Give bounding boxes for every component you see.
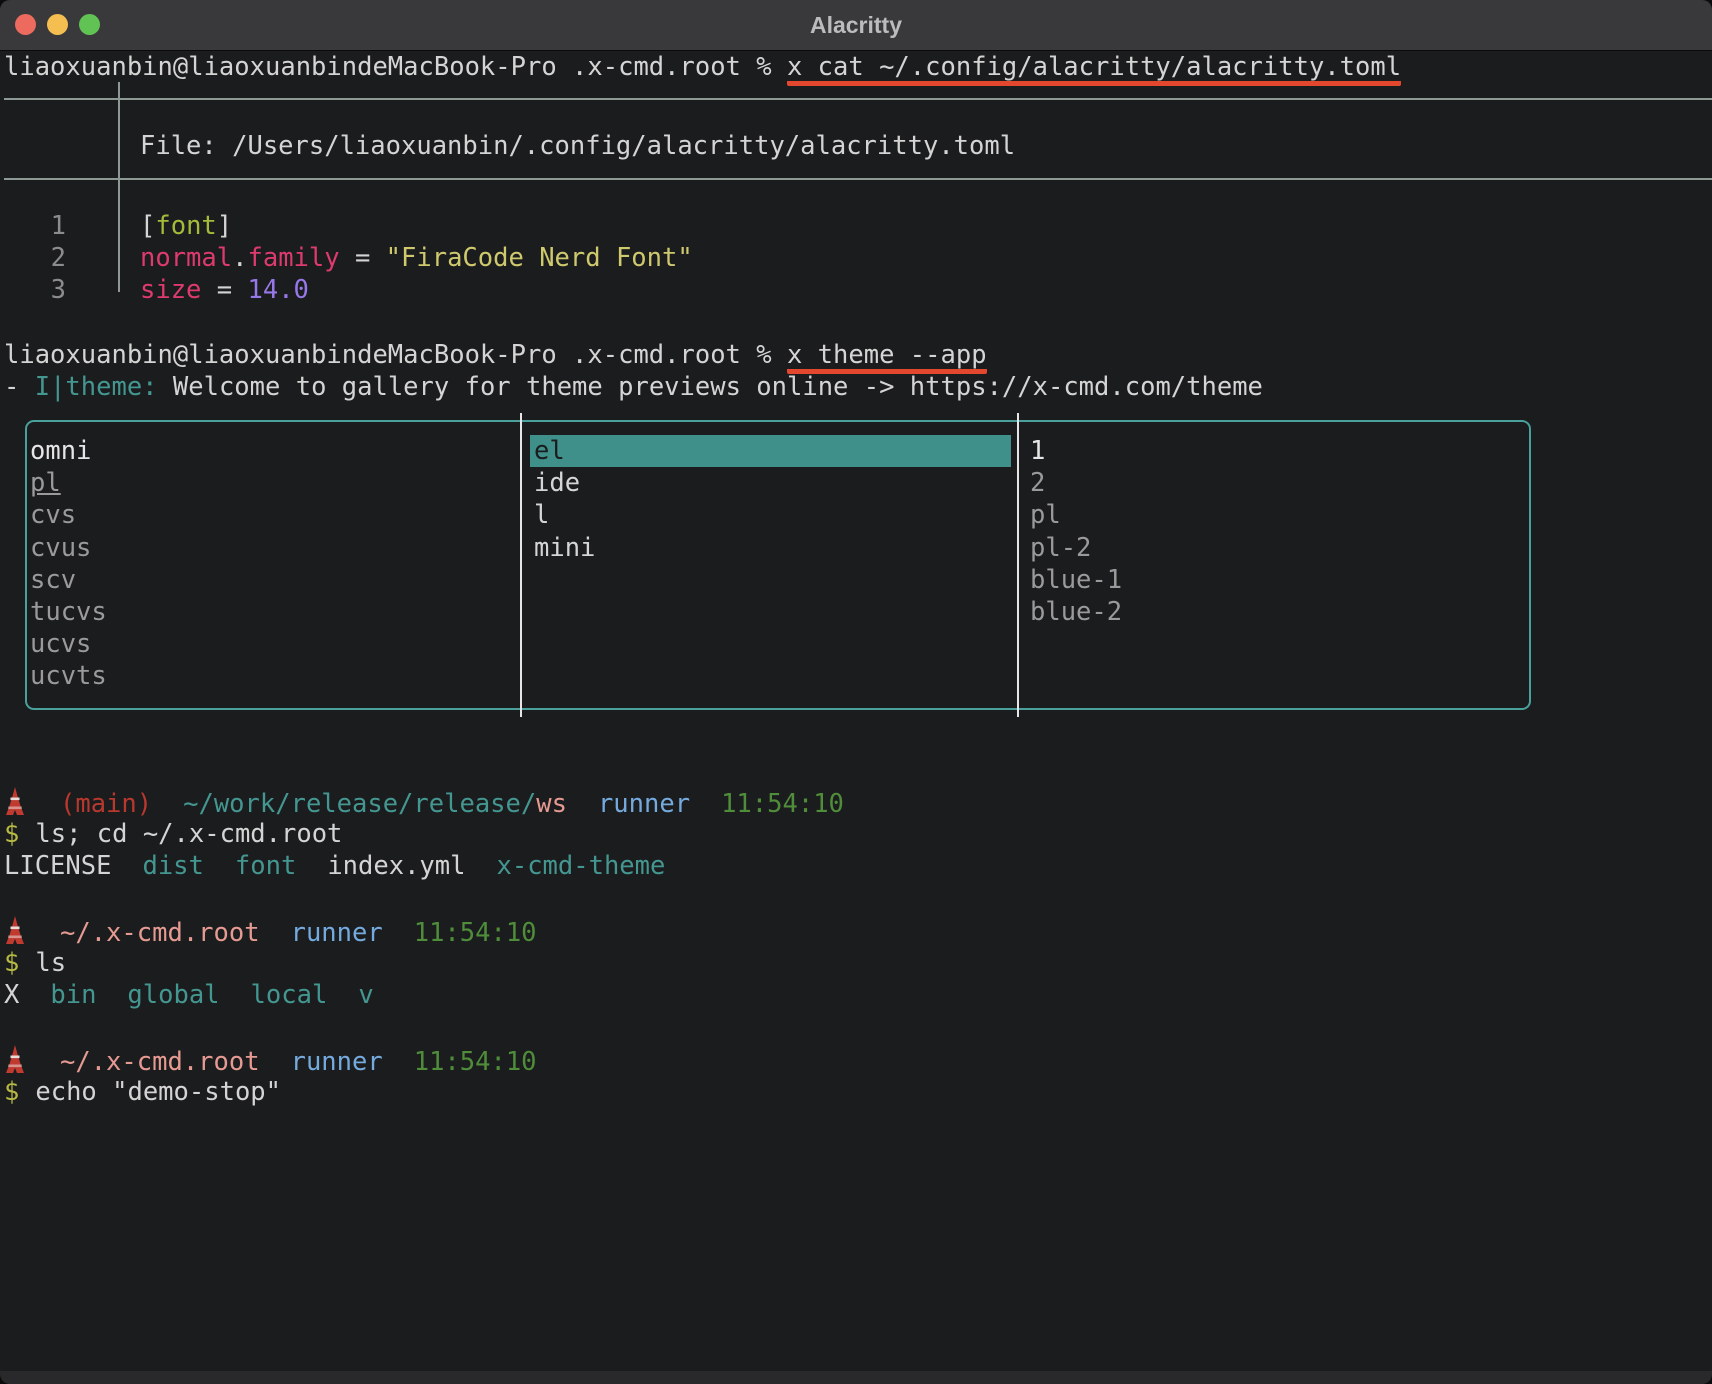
file-header: File: /Users/liaoxuanbin/.config/alacrit… — [140, 131, 1016, 162]
list-item[interactable]: blue-2 — [1030, 596, 1122, 628]
file-entry: X — [4, 980, 20, 1011]
timestamp: 11:54:10 — [721, 789, 844, 820]
list-item[interactable]: omni — [30, 435, 107, 467]
context-runner: runner — [597, 789, 691, 820]
toml-equals: = — [201, 275, 248, 306]
dir-entry: x-cmd-theme — [496, 851, 666, 882]
theme-column-variants: el ide l mini — [530, 435, 1011, 564]
status-prompt-3: ~/.x-cmd.root runner 11:54:10 — [0, 1044, 1712, 1077]
titlebar: Alacritty — [0, 0, 1712, 51]
git-branch: (main) — [60, 789, 153, 820]
list-item[interactable]: ucvts — [30, 660, 107, 692]
dollar-sign: $ — [4, 819, 20, 850]
file-view-rule-top — [0, 98, 1712, 130]
file-view-gutter-line — [118, 82, 120, 292]
cwd-path-head: ~/work/release/release/ — [183, 789, 537, 820]
list-item[interactable]: pl — [30, 467, 107, 499]
list-item[interactable]: tucvs — [30, 596, 107, 628]
context-runner: runner — [290, 1046, 383, 1077]
list-item[interactable]: ucvs — [30, 628, 107, 660]
column-separator — [1017, 413, 1019, 717]
column-separator — [520, 413, 522, 717]
command-line-ls-cd: $ ls; cd ~/.x-cmd.root — [0, 818, 1712, 850]
toml-dot: . — [232, 242, 248, 273]
prompt-line-2: liaoxuanbin@liaoxuanbindeMacBook-Pro .x-… — [0, 339, 1712, 374]
toml-bracket: ] — [216, 210, 233, 241]
file-entry: LICENSE — [4, 851, 112, 882]
list-item[interactable]: mini — [530, 532, 1011, 564]
command-line-ls: $ ls — [0, 947, 1712, 979]
file-entry: index.yml — [327, 851, 466, 882]
list-item[interactable]: cvus — [30, 532, 107, 564]
dir-entry: v — [358, 980, 374, 1011]
cwd-path-tail: ws — [536, 789, 567, 820]
line-number: 3 — [50, 275, 66, 306]
timestamp: 11:54:10 — [413, 1046, 537, 1077]
command-echo: echo "demo-stop" — [35, 1076, 281, 1107]
cwd-path: ~/.x-cmd.root — [60, 1046, 260, 1077]
prompt-line-1: liaoxuanbin@liaoxuanbindeMacBook-Pro .x-… — [0, 51, 1712, 86]
dollar-sign: $ — [4, 948, 20, 978]
theme-selector-box: omni pl cvs cvus scv tucvs ucvs ucvts el… — [25, 413, 1531, 717]
command-line-echo: $ echo "demo-stop" — [0, 1076, 1712, 1108]
toml-key: size — [140, 275, 202, 306]
list-item[interactable]: 2 — [1030, 467, 1122, 499]
list-item[interactable]: ide — [530, 467, 1011, 499]
toml-number-value: 14.0 — [247, 275, 309, 306]
list-item[interactable]: cvs — [30, 499, 107, 531]
dir-entry: local — [250, 980, 328, 1011]
status-prompt-2: ~/.x-cmd.root runner 11:54:10 — [0, 915, 1712, 948]
list-item[interactable]: blue-1 — [1030, 564, 1122, 596]
dir-entry: dist — [142, 851, 204, 882]
code-line-3: 3 size = 14.0 — [0, 274, 1712, 306]
list-item[interactable]: l — [530, 499, 1011, 531]
command-theme: x theme --app — [786, 342, 987, 374]
toml-equals: = — [339, 242, 386, 273]
timestamp: 11:54:10 — [413, 917, 537, 948]
notice-text: Welcome to gallery for theme previews on… — [157, 371, 1263, 402]
command-ls-cd: ls; cd ~/.x-cmd.root — [35, 819, 343, 850]
theme-column-styles: 1 2 pl pl-2 blue-1 blue-2 — [1030, 435, 1122, 628]
context-runner: runner — [290, 917, 383, 948]
list-item[interactable]: 1 — [1030, 435, 1122, 467]
list-item[interactable]: scv — [30, 564, 107, 596]
notice-label: I|theme: — [34, 371, 158, 402]
toml-string-value: "FiraCode Nerd Font" — [385, 242, 693, 273]
horizontal-rule — [4, 98, 1712, 101]
dir-entry: global — [127, 980, 220, 1011]
theme-notice-line: - I|theme: Welcome to gallery for theme … — [0, 371, 1712, 403]
theme-column-groups: omni pl cvs cvus scv tucvs ucvs ucvts — [30, 435, 107, 693]
horizontal-rule — [4, 177, 1712, 180]
toml-key: normal — [140, 242, 233, 273]
code-line-1: 1 [font] — [0, 210, 1712, 242]
ls-output-2: Xbin global local v — [0, 979, 1712, 1011]
dir-entry: font — [234, 851, 297, 882]
line-number: 2 — [50, 242, 66, 273]
toml-bracket: [ — [140, 210, 156, 241]
window-bottom-edge — [0, 1371, 1712, 1384]
file-header-line: File: /Users/liaoxuanbin/.config/alacrit… — [0, 130, 1712, 162]
list-item-selected[interactable]: el — [530, 435, 1011, 468]
list-item[interactable]: pl-2 — [1030, 532, 1122, 564]
dollar-sign: $ — [4, 1076, 20, 1107]
file-view-rule-mid — [0, 177, 1712, 210]
command-cat: x cat ~/.config/alacritty/alacritty.toml — [786, 54, 1402, 86]
ls-output-1: LICENSE dist font index.yml x-cmd-theme — [0, 850, 1712, 882]
notice-dash: - — [4, 371, 35, 402]
cwd-path: ~/.x-cmd.root — [60, 917, 260, 948]
toml-table-name: font — [155, 210, 217, 241]
line-number: 1 — [50, 210, 66, 241]
prompt-1-prefix: liaoxuanbin@liaoxuanbindeMacBook-Pro .x-… — [4, 52, 787, 82]
code-line-2: 2 normal.family = "FiraCode Nerd Font" — [0, 242, 1712, 274]
list-item[interactable]: pl — [1030, 499, 1122, 531]
window-title: Alacritty — [809, 12, 903, 38]
terminal-content[interactable]: liaoxuanbin@liaoxuanbindeMacBook-Pro .x-… — [0, 51, 1712, 1384]
dir-entry: bin — [50, 980, 97, 1011]
status-prompt-1: (main) ~/work/release/release/ws runner 11:… — [0, 786, 1712, 820]
alacritty-window: Alacritty liaoxuanbin@liaoxuanbindeMacBo… — [0, 0, 1712, 1384]
toml-key: family — [247, 242, 340, 273]
prompt-2-prefix: liaoxuanbin@liaoxuanbindeMacBook-Pro .x-… — [4, 339, 787, 370]
command-ls: ls — [35, 948, 67, 978]
